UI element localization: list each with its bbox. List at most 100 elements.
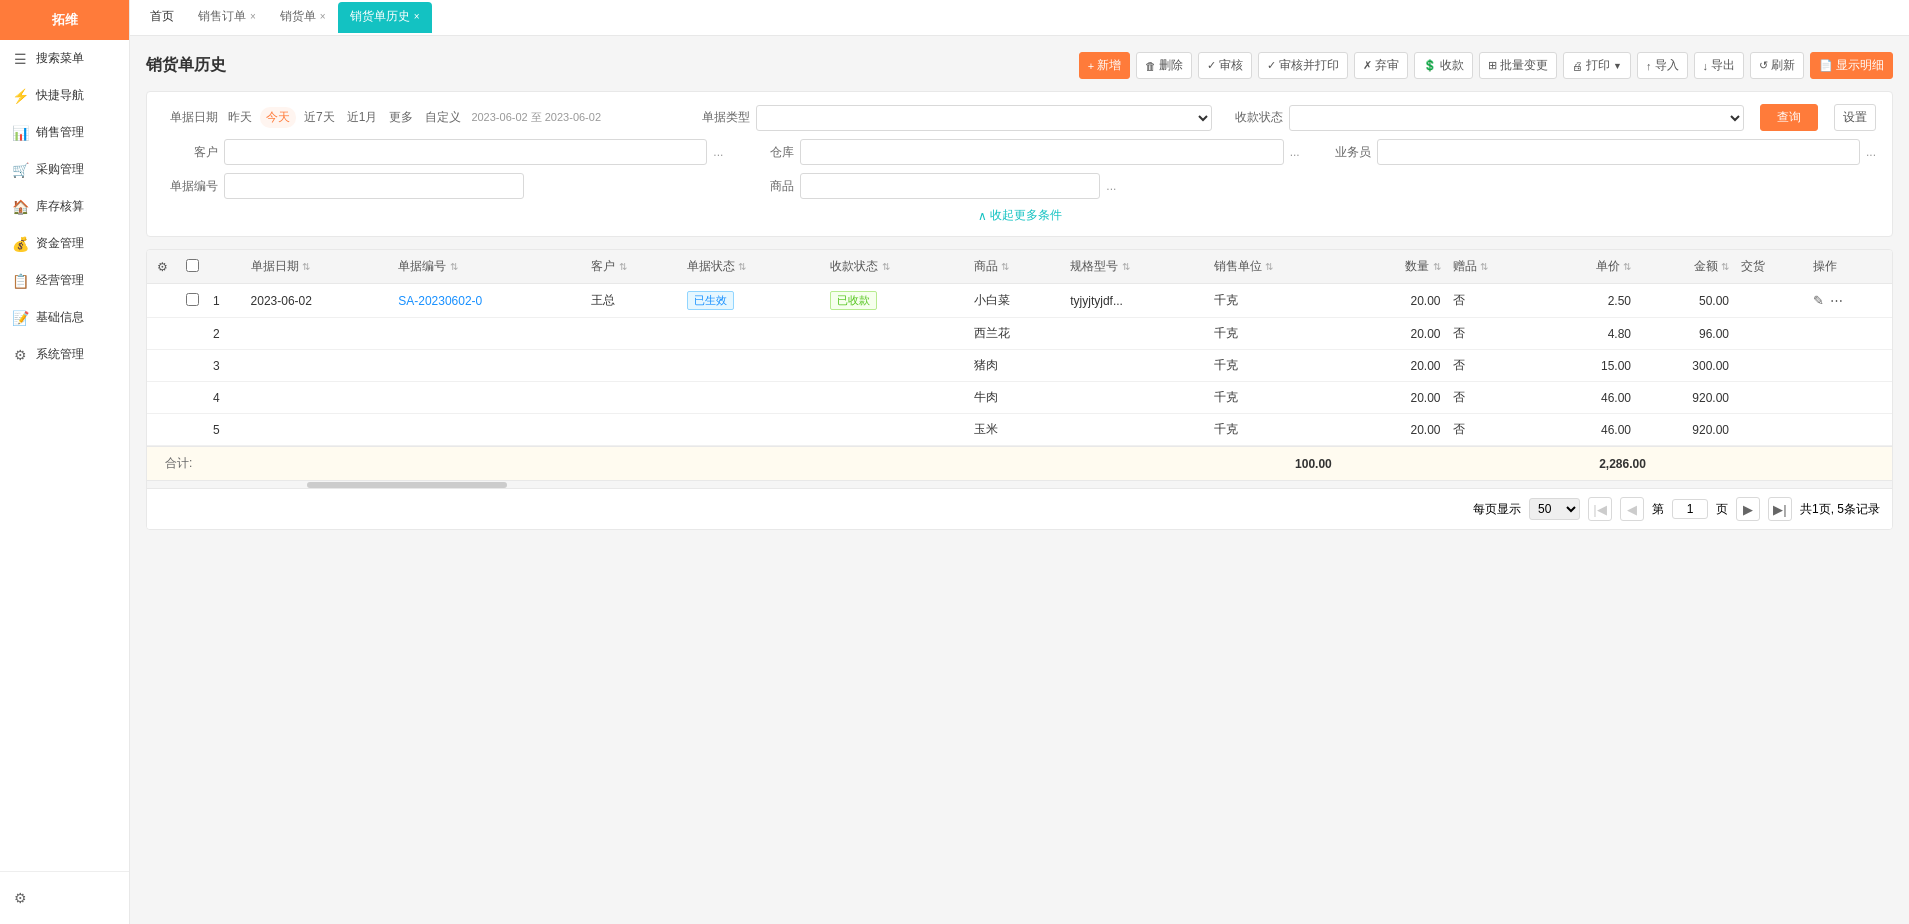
sort-payment-status-icon[interactable]: ⇅ xyxy=(882,261,890,272)
col-qty[interactable]: 数量 ⇅ xyxy=(1351,250,1446,284)
collect-button[interactable]: 💲 收款 xyxy=(1414,52,1473,79)
select-all-checkbox[interactable] xyxy=(186,259,199,272)
page-first-btn[interactable]: |◀ xyxy=(1588,497,1612,521)
print-button[interactable]: 🖨 打印 ▼ xyxy=(1563,52,1631,79)
shortcut-yesterday[interactable]: 昨天 xyxy=(224,107,256,128)
row-checkbox-col[interactable] xyxy=(177,284,207,318)
shortcut-1month[interactable]: 近1月 xyxy=(343,107,382,128)
sidebar-item-search-menu[interactable]: ☰ 搜索菜单 xyxy=(0,40,129,77)
col-spec[interactable]: 规格型号 ⇅ xyxy=(1064,250,1208,284)
shortcut-7days[interactable]: 近7天 xyxy=(300,107,339,128)
sidebar-item-inventory[interactable]: 🏠 库存核算 xyxy=(0,188,129,225)
row-checkbox[interactable] xyxy=(186,293,199,306)
horizontal-scrollbar[interactable] xyxy=(147,480,1892,488)
goods-dots[interactable]: ... xyxy=(1106,179,1116,193)
col-doc-status[interactable]: 单据状态 ⇅ xyxy=(681,250,825,284)
abandon-button[interactable]: ✗ 弃审 xyxy=(1354,52,1408,79)
sidebar-item-quick-nav[interactable]: ⚡ 快捷导航 xyxy=(0,77,129,114)
sort-date-icon[interactable]: ⇅ xyxy=(302,261,310,272)
row-checkbox-col[interactable] xyxy=(177,318,207,350)
shortcut-today[interactable]: 今天 xyxy=(260,107,296,128)
sidebar-item-sales-mgmt[interactable]: 📊 销售管理 xyxy=(0,114,129,151)
col-amount[interactable]: 金额 ⇅ xyxy=(1637,250,1735,284)
sort-amount-icon[interactable]: ⇅ xyxy=(1721,261,1729,272)
sidebar-item-finance-mgmt[interactable]: 💰 资金管理 xyxy=(0,225,129,262)
col-payment-status[interactable]: 收款状态 ⇅ xyxy=(824,250,968,284)
sidebar-item-basic-info[interactable]: 📝 基础信息 xyxy=(0,299,129,336)
collapse-btn[interactable]: ∧ 收起更多条件 xyxy=(163,207,1876,224)
export-button[interactable]: ↓ 导出 xyxy=(1694,52,1745,79)
more-action-icon[interactable]: ⋯ xyxy=(1830,293,1843,308)
sort-doc-status-icon[interactable]: ⇅ xyxy=(738,261,746,272)
per-page-select[interactable]: 50 100 xyxy=(1529,498,1580,520)
doc-no-link[interactable]: SA-20230602-0 xyxy=(398,294,482,308)
audit-button[interactable]: ✓ 审核 xyxy=(1198,52,1252,79)
tab-sales-history[interactable]: 销货单历史 × xyxy=(338,2,432,33)
collapse-label: 收起更多条件 xyxy=(990,207,1062,224)
filter-row-2: 客户 ... 仓库 ... 业务员 ... xyxy=(163,139,1876,165)
sidebar-item-ops-mgmt[interactable]: 📋 经营管理 xyxy=(0,262,129,299)
sort-spec-icon[interactable]: ⇅ xyxy=(1122,261,1130,272)
edit-action-icon[interactable]: ✎ xyxy=(1813,293,1824,308)
row-checkbox-col[interactable] xyxy=(177,414,207,446)
date-range: 2023-06-02 至 2023-06-02 xyxy=(471,110,601,125)
col-doc-no[interactable]: 单据编号 ⇅ xyxy=(392,250,585,284)
row-checkbox-col[interactable] xyxy=(177,382,207,414)
warehouse-input[interactable] xyxy=(800,139,1283,165)
delete-button[interactable]: 🗑 删除 xyxy=(1136,52,1192,79)
goods-input[interactable] xyxy=(800,173,1100,199)
col-customer[interactable]: 客户 ⇅ xyxy=(585,250,680,284)
col-date[interactable]: 单据日期 ⇅ xyxy=(245,250,393,284)
tab-sales-goods-close[interactable]: × xyxy=(320,11,326,22)
page-input[interactable] xyxy=(1672,499,1708,519)
col-unit[interactable]: 销售单位 ⇅ xyxy=(1208,250,1352,284)
refresh-button[interactable]: ↺ 刷新 xyxy=(1750,52,1804,79)
sort-customer-icon[interactable]: ⇅ xyxy=(619,261,627,272)
row-checkbox-col[interactable] xyxy=(177,350,207,382)
tab-sales-goods[interactable]: 销货单 × xyxy=(268,2,338,33)
sort-doc-no-icon[interactable]: ⇅ xyxy=(450,261,458,272)
add-button[interactable]: + 新增 xyxy=(1079,52,1130,79)
show-detail-button[interactable]: 📄 显示明细 xyxy=(1810,52,1893,79)
shortcut-custom[interactable]: 自定义 xyxy=(421,107,465,128)
batch-change-button[interactable]: ⊞ 批量变更 xyxy=(1479,52,1557,79)
page-last-btn[interactable]: ▶| xyxy=(1768,497,1792,521)
tab-sales-history-close[interactable]: × xyxy=(414,11,420,22)
col-settings[interactable]: ⚙ xyxy=(147,250,177,284)
sidebar-item-purchase-mgmt[interactable]: 🛒 采购管理 xyxy=(0,151,129,188)
tab-home[interactable]: 首页 xyxy=(138,2,186,33)
tab-sales-order-close[interactable]: × xyxy=(250,11,256,22)
search-menu-icon: ☰ xyxy=(12,51,28,67)
payment-badge: 已收款 xyxy=(830,291,877,310)
sort-qty-icon[interactable]: ⇅ xyxy=(1433,261,1441,272)
col-gift[interactable]: 赠品 ⇅ xyxy=(1447,250,1542,284)
salesperson-dots[interactable]: ... xyxy=(1866,145,1876,159)
col-price[interactable]: 单价 ⇅ xyxy=(1542,250,1637,284)
sort-unit-icon[interactable]: ⇅ xyxy=(1265,261,1273,272)
audit-print-button[interactable]: ✓ 审核并打印 xyxy=(1258,52,1348,79)
scrollbar-thumb[interactable] xyxy=(307,482,507,488)
filter-group-date: 单据日期 昨天 今天 近7天 近1月 更多 自定义 2023-06-02 至 2… xyxy=(163,107,679,128)
sort-price-icon[interactable]: ⇅ xyxy=(1623,261,1631,272)
doc-no-input[interactable] xyxy=(224,173,524,199)
sort-gift-icon[interactable]: ⇅ xyxy=(1480,261,1488,272)
tab-sales-order[interactable]: 销售订单 × xyxy=(186,2,268,33)
payment-status-select[interactable] xyxy=(1289,105,1744,131)
settings-filter-button[interactable]: 设置 xyxy=(1834,104,1876,131)
page-prev-btn[interactable]: ◀ xyxy=(1620,497,1644,521)
col-goods[interactable]: 商品 ⇅ xyxy=(968,250,1065,284)
page-next-btn[interactable]: ▶ xyxy=(1736,497,1760,521)
sidebar-settings-btn[interactable]: ⚙ xyxy=(0,880,129,916)
query-label: 查询 xyxy=(1777,109,1801,126)
salesperson-input[interactable] xyxy=(1377,139,1860,165)
doc-type-select[interactable] xyxy=(756,105,1211,131)
customer-input[interactable] xyxy=(224,139,707,165)
sort-goods-icon[interactable]: ⇅ xyxy=(1001,261,1009,272)
col-checkbox[interactable] xyxy=(177,250,207,284)
customer-dots[interactable]: ... xyxy=(713,145,723,159)
warehouse-dots[interactable]: ... xyxy=(1290,145,1300,159)
sidebar-item-sys-mgmt[interactable]: ⚙ 系统管理 xyxy=(0,336,129,373)
shortcut-more[interactable]: 更多 xyxy=(385,107,417,128)
import-button[interactable]: ↑ 导入 xyxy=(1637,52,1688,79)
query-button[interactable]: 查询 xyxy=(1760,104,1818,131)
